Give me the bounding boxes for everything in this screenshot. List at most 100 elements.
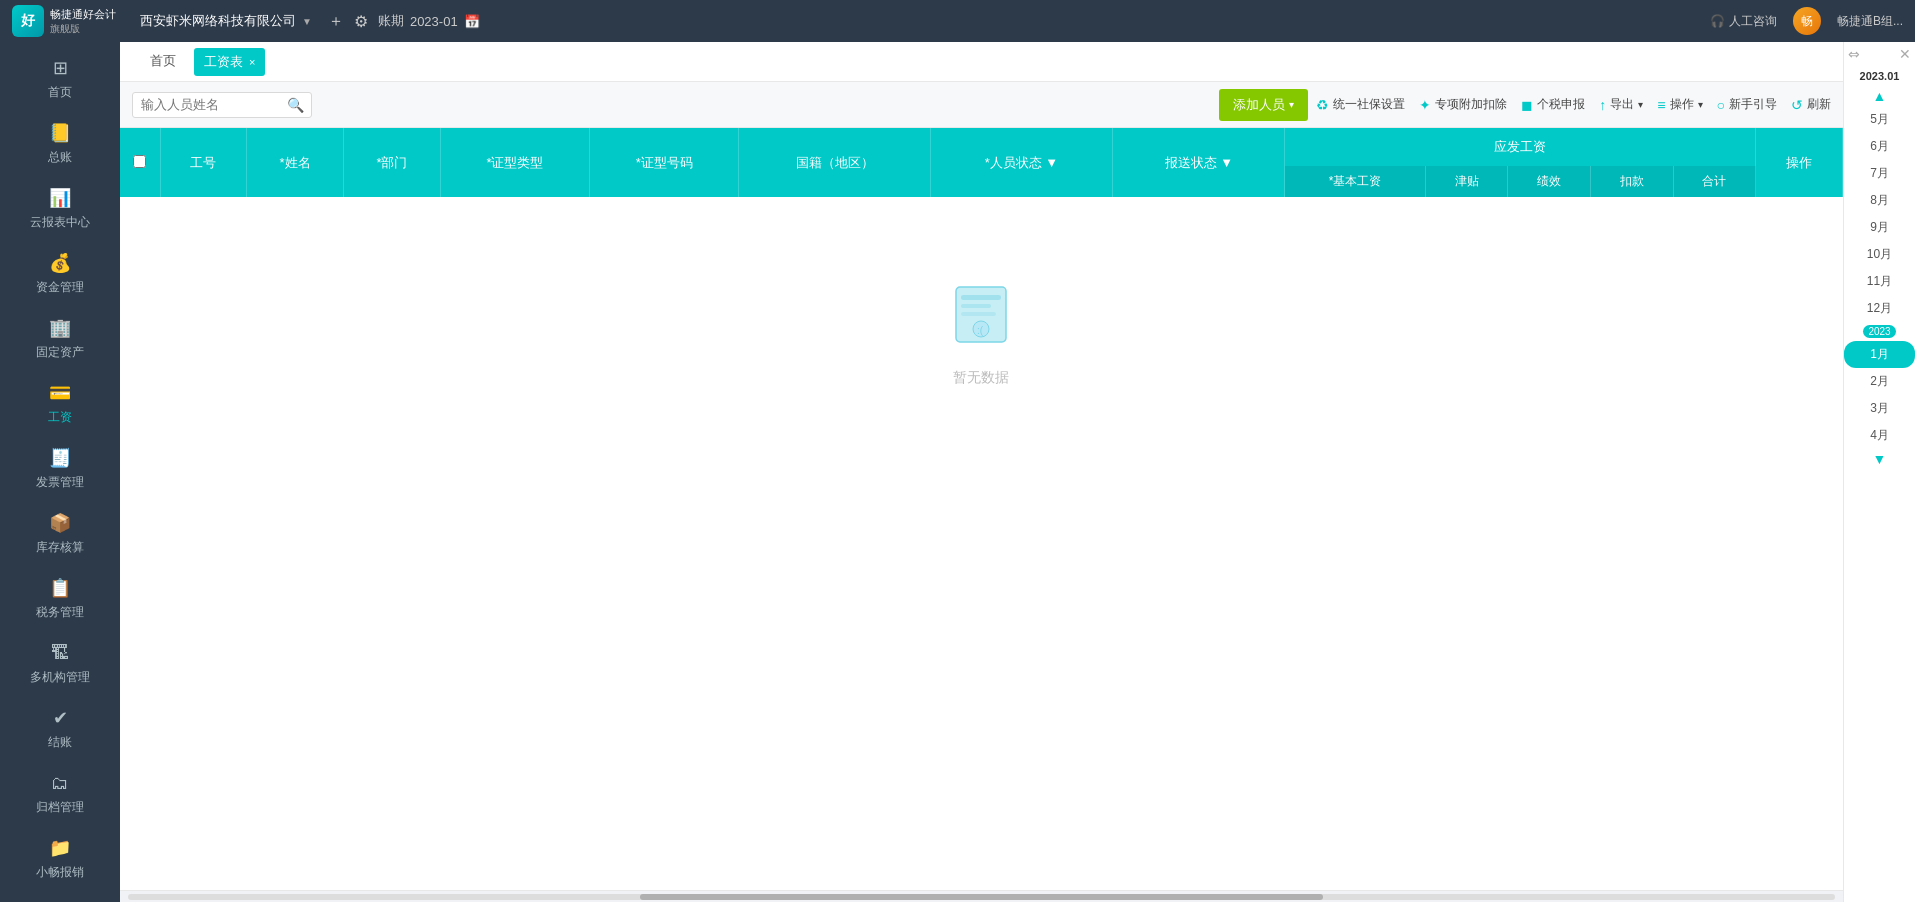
svg-rect-3 [961,312,996,316]
close-accounts-icon: ✔ [48,706,72,730]
scrollbar-track[interactable] [128,894,1835,900]
newbie-guide-button[interactable]: ○ 新手引导 [1717,96,1777,113]
sidebar-item-report[interactable]: 📊 云报表中心 [0,176,120,241]
sidebar-item-tax[interactable]: 📋 税务管理 [0,566,120,631]
right-panel: ✕ ⇔ 2023.01 ▲ 5月 6月 7月 8月 9月 10月 11月 12月… [1843,42,1915,902]
search-input[interactable] [141,97,281,112]
search-icon[interactable]: 🔍 [287,97,304,113]
settings-icon[interactable]: ⚙ [354,12,368,31]
rp-year-badge: 2023 [1863,325,1895,338]
content-area: 首页 工资表 × 🔍 添加人员 ▾ ♻ 统一社保设置 [120,42,1843,902]
expand-panel-button[interactable]: ⇔ [1848,46,1860,62]
tab-bar: 首页 工资表 × [120,42,1843,82]
multi-icon: 🏗 [48,641,72,665]
close-panel-button[interactable]: ✕ [1899,46,1911,62]
social-settings-button[interactable]: ♻ 统一社保设置 [1316,96,1405,113]
svg-text::(: :( [977,325,984,336]
tax-icon: 📋 [48,576,72,600]
rp-month-9[interactable]: 9月 [1844,214,1915,241]
table-wrap: 工号 *姓名 *部门 *证型类型 *证型号码 国籍（地区） *人员状态 ▼ 报送… [120,128,1843,890]
period-label: 账期 2023-01 📅 [378,12,480,30]
rp-month-10[interactable]: 10月 [1844,241,1915,268]
empty-icon: :( [941,277,1021,357]
export-icon: ↑ [1599,97,1606,113]
sidebar-item-funds[interactable]: 💰 资金管理 [0,241,120,306]
sidebar-item-inventory[interactable]: 📦 库存核算 [0,501,120,566]
social-icon: ♻ [1316,97,1329,113]
sidebar-item-settings[interactable]: ⚙ 基础设置 [0,891,120,902]
rp-month-8[interactable]: 8月 [1844,187,1915,214]
th-ops: 操作 [1756,128,1843,197]
sidebar-item-home[interactable]: ⊞ 首页 [0,46,120,111]
sidebar-item-assets[interactable]: 🏢 固定资产 [0,306,120,371]
newbie-guide-icon: ○ [1717,97,1725,113]
rp-month-6[interactable]: 6月 [1844,133,1915,160]
th-deduction: 扣款 [1591,166,1674,197]
sidebar-item-archive[interactable]: 🗂 归档管理 [0,761,120,826]
company-chevron-icon: ▼ [302,16,312,27]
svg-rect-2 [961,304,991,308]
rp-month-2[interactable]: 2月 [1844,368,1915,395]
sidebar-item-expense[interactable]: 📁 小畅报销 [0,826,120,891]
expense-icon: 📁 [48,836,72,860]
right-panel-year: 2023.01 [1860,66,1900,86]
calendar-icon[interactable]: 📅 [464,14,480,29]
rp-down-arrow[interactable]: ▼ [1873,449,1887,469]
salary-icon: 💳 [48,381,72,405]
toolbar-actions: ♻ 统一社保设置 ✦ 专项附加扣除 ◼ 个税申报 ↑ 导出 ▾ ≡ [1316,96,1831,113]
scrollbar-thumb[interactable] [640,894,1323,900]
svg-rect-1 [961,295,1001,300]
rp-month-7[interactable]: 7月 [1844,160,1915,187]
bottom-scrollbar [120,890,1843,902]
company-selector[interactable]: 西安虾米网络科技有限公司 ▼ [140,12,312,30]
th-country: 国籍（地区） [739,128,930,197]
app-logo-icon: 好 [12,5,44,37]
inventory-icon: 📦 [48,511,72,535]
main-layout: ⊞ 首页 📒 总账 📊 云报表中心 💰 资金管理 🏢 固定资产 💳 工资 🧾 发… [0,42,1915,902]
add-icon[interactable]: ＋ [328,11,344,32]
tax-report-button[interactable]: ◼ 个税申报 [1521,96,1585,113]
refresh-button[interactable]: ↺ 刷新 [1791,96,1831,113]
special-deduction-button[interactable]: ✦ 专项附加扣除 [1419,96,1507,113]
rp-up-arrow[interactable]: ▲ [1873,86,1887,106]
sidebar-item-ledger[interactable]: 📒 总账 [0,111,120,176]
service-button[interactable]: 🎧 人工咨询 [1710,13,1777,30]
right-header: 🎧 人工咨询 畅 畅捷通B组... [1710,7,1903,35]
rp-month-4[interactable]: 4月 [1844,422,1915,449]
select-all-checkbox[interactable] [133,155,146,168]
th-name: *姓名 [247,128,344,197]
salary-table: 工号 *姓名 *部门 *证型类型 *证型号码 国籍（地区） *人员状态 ▼ 报送… [120,128,1843,467]
empty-state: :( 暂无数据 [120,197,1843,467]
assets-icon: 🏢 [48,316,72,340]
rp-month-1[interactable]: 1月 [1844,341,1915,368]
th-cert-no: *证型号码 [590,128,739,197]
operate-button[interactable]: ≡ 操作 ▾ [1657,96,1702,113]
th-cert-type: *证型类型 [440,128,589,197]
export-button[interactable]: ↑ 导出 ▾ [1599,96,1643,113]
tab-home[interactable]: 首页 [136,44,190,80]
th-base-salary: *基本工资 [1285,166,1425,197]
th-performance: 绩效 [1508,166,1591,197]
sidebar-item-salary[interactable]: 💳 工资 [0,371,120,436]
sidebar-item-multi[interactable]: 🏗 多机构管理 [0,631,120,696]
rp-month-11[interactable]: 11月 [1844,268,1915,295]
top-header: 好 畅捷通好会计 旗舰版 西安虾米网络科技有限公司 ▼ ＋ ⚙ 账期 2023-… [0,0,1915,42]
report-icon: 📊 [48,186,72,210]
sidebar-item-close[interactable]: ✔ 结账 [0,696,120,761]
tax-report-icon: ◼ [1521,97,1533,113]
rp-month-5[interactable]: 5月 [1844,106,1915,133]
tab-salary-table[interactable]: 工资表 × [194,48,265,76]
tab-close-icon[interactable]: × [249,56,255,68]
user-name[interactable]: 畅捷通B组... [1837,13,1903,30]
logo-area: 好 畅捷通好会计 旗舰版 [12,5,132,37]
th-allowance: 津贴 [1425,166,1508,197]
add-person-button[interactable]: 添加人员 ▾ [1219,89,1308,121]
sidebar-item-invoice[interactable]: 🧾 发票管理 [0,436,120,501]
th-checkbox[interactable] [120,128,160,197]
add-person-chevron-icon: ▾ [1289,99,1294,110]
rp-month-12[interactable]: 12月 [1844,295,1915,322]
empty-text: 暂无数据 [953,369,1009,387]
rp-month-3[interactable]: 3月 [1844,395,1915,422]
th-person-status: *人员状态 ▼ [930,128,1112,197]
operate-icon: ≡ [1657,97,1665,113]
